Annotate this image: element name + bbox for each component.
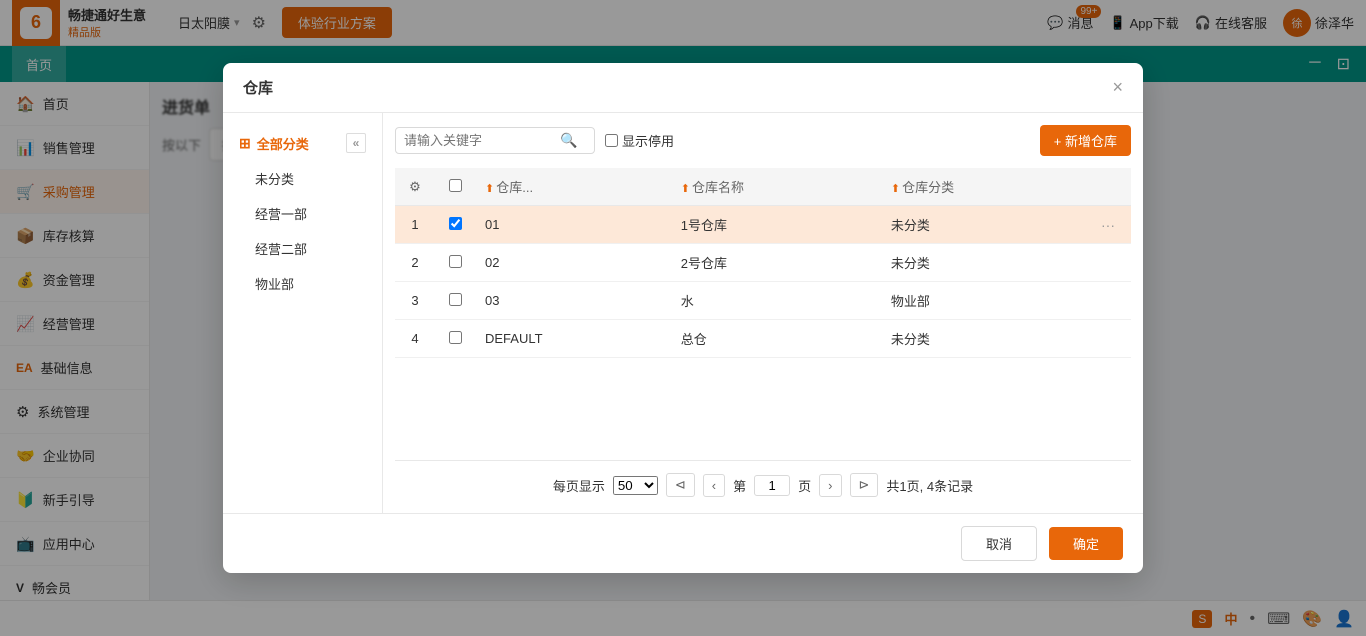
row-actions[interactable] [1091,320,1131,358]
show-disabled-checkbox[interactable] [605,134,618,147]
row-checkbox-cell[interactable] [435,320,475,358]
category-item-unclassified[interactable]: 未分类 [223,161,382,196]
row-name: 1号仓库 [671,206,881,244]
category-item-property[interactable]: 物业部 [223,266,382,301]
th-name: ⬆仓库名称 [671,168,881,206]
category-sidebar: ⊞ 全部分类 « 未分类 经营一部 经营二部 物业部 [223,113,383,513]
th-actions [1091,168,1131,206]
select-all-checkbox[interactable] [449,179,462,192]
row-actions[interactable]: ··· [1091,206,1131,244]
category-item-operations2[interactable]: 经营二部 [223,231,382,266]
table-row[interactable]: 2 02 2号仓库 未分类 [395,244,1131,282]
row-checkbox[interactable] [449,255,462,268]
dialog-body: ⊞ 全部分类 « 未分类 经营一部 经营二部 物业部 🔍 [223,113,1143,513]
row-checkbox-cell[interactable] [435,282,475,320]
more-icon[interactable]: ··· [1101,217,1115,233]
sort-icon-name: ⬆ [681,183,690,195]
prev-page-button[interactable]: ‹ [703,474,725,497]
th-checkbox [435,168,475,206]
row-code: DEFAULT [475,320,671,358]
row-code: 02 [475,244,671,282]
close-icon[interactable]: × [1112,77,1123,98]
th-category: ⬆仓库分类 [881,168,1091,206]
last-page-button[interactable]: ⊳ [850,473,879,497]
sort-icon-cat: ⬆ [891,183,900,195]
row-code: 03 [475,282,671,320]
row-no: 3 [395,282,435,320]
row-category: 物业部 [881,282,1091,320]
table-header-row: ⚙ ⬆仓库... ⬆仓库名称 [395,168,1131,206]
row-no: 1 [395,206,435,244]
search-input[interactable] [404,133,554,148]
row-actions[interactable] [1091,244,1131,282]
table-row[interactable]: 1 01 1号仓库 未分类 ··· [395,206,1131,244]
row-category: 未分类 [881,244,1091,282]
row-name: 水 [671,282,881,320]
next-page-button[interactable]: › [819,474,841,497]
th-settings: ⚙ [395,168,435,206]
table-row[interactable]: 3 03 水 物业部 [395,282,1131,320]
dialog-title: 仓库 [243,77,273,98]
row-checkbox[interactable] [449,293,462,306]
warehouse-dialog: 仓库 × ⊞ 全部分类 « 未分类 经营一部 经营二部 物业部 [223,63,1143,573]
search-icon[interactable]: 🔍 [560,132,577,149]
all-categories-header[interactable]: ⊞ 全部分类 « [223,125,382,161]
row-checkbox-cell[interactable] [435,244,475,282]
row-checkbox[interactable] [449,217,462,230]
category-item-operations1[interactable]: 经营一部 [223,196,382,231]
dialog-footer: 取消 确定 [223,513,1143,573]
table-toolbar: 🔍 显示停用 + 新增仓库 [395,125,1131,156]
collapse-button[interactable]: « [346,133,366,153]
table-row[interactable]: 4 DEFAULT 总仓 未分类 [395,320,1131,358]
row-category: 未分类 [881,206,1091,244]
row-no: 4 [395,320,435,358]
first-page-button[interactable]: ⊲ [666,473,695,497]
warehouse-table: ⚙ ⬆仓库... ⬆仓库名称 [395,168,1131,358]
table-area: 🔍 显示停用 + 新增仓库 ⚙ [383,113,1143,513]
row-name: 2号仓库 [671,244,881,282]
search-box: 🔍 [395,127,595,154]
page-number-input[interactable] [754,475,790,496]
settings-icon: ⚙ [409,179,421,194]
row-checkbox[interactable] [449,331,462,344]
row-category: 未分类 [881,320,1091,358]
per-page-select[interactable]: 50 20 100 [613,476,658,495]
row-no: 2 [395,244,435,282]
th-code: ⬆仓库... [475,168,671,206]
add-warehouse-button[interactable]: + 新增仓库 [1040,125,1131,156]
row-code: 01 [475,206,671,244]
sort-icon: ⬆ [485,183,494,195]
row-actions[interactable] [1091,282,1131,320]
pagination: 每页显示 50 20 100 ⊲ ‹ 第 页 › ⊳ 共1页, 4条记录 [395,460,1131,501]
dialog-header: 仓库 × [223,63,1143,113]
grid-icon: ⊞ [239,135,251,152]
row-checkbox-cell[interactable] [435,206,475,244]
row-name: 总仓 [671,320,881,358]
show-disabled-label[interactable]: 显示停用 [605,131,674,150]
dialog-overlay: 仓库 × ⊞ 全部分类 « 未分类 经营一部 经营二部 物业部 [0,0,1366,636]
cancel-button[interactable]: 取消 [961,526,1037,561]
confirm-button[interactable]: 确定 [1049,527,1123,560]
